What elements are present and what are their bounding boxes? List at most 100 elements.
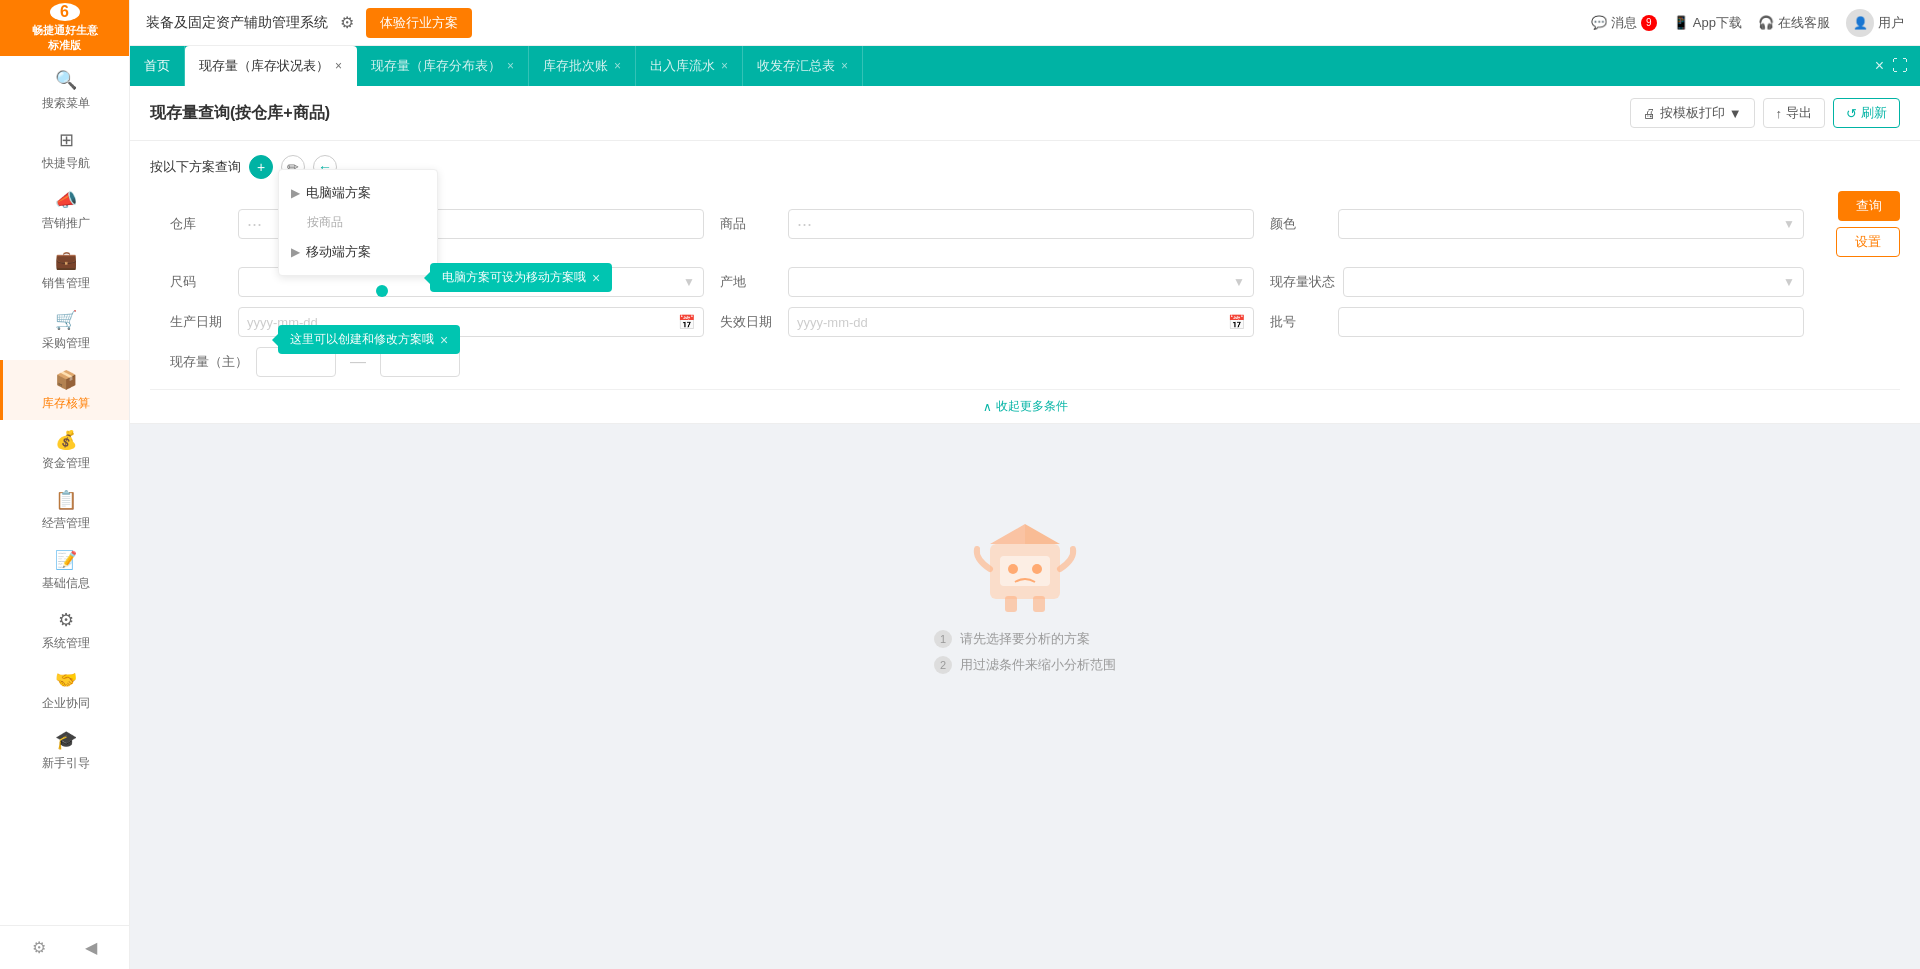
tab-batch-ledger-close[interactable]: × xyxy=(614,59,621,73)
tab-fullscreen-icon[interactable]: ⛶ xyxy=(1892,57,1908,75)
stock-main-max-text[interactable] xyxy=(389,355,451,370)
stock-main-min-text[interactable] xyxy=(265,355,327,370)
collapse-bar[interactable]: ∧ 收起更多条件 xyxy=(150,389,1900,423)
tooltip-scheme: 电脑方案可设为移动方案哦 × xyxy=(430,263,612,292)
tab-receive-send-label: 收发存汇总表 xyxy=(757,57,835,75)
empty-svg xyxy=(965,504,1085,614)
topbar-gear-btn[interactable]: ⚙ xyxy=(340,13,354,32)
batch-no-input[interactable] xyxy=(1338,307,1804,337)
tooltip-scheme-close[interactable]: × xyxy=(592,270,600,286)
template-print-btn[interactable]: 🖨 按模板打印 ▼ xyxy=(1630,98,1755,128)
sidebar-item-marketing[interactable]: 📣 营销推广 xyxy=(0,180,129,240)
stock-status-dropdown-arrow: ▼ xyxy=(1783,275,1795,289)
tab-home-label: 首页 xyxy=(144,57,170,75)
search-btn[interactable]: 查询 xyxy=(1838,191,1900,221)
tab-in-out-flow[interactable]: 出入库流水 × xyxy=(636,46,743,86)
sidebar-item-basic[interactable]: 📝 基础信息 xyxy=(0,540,129,600)
sidebar-item-newbie[interactable]: 🎓 新手引导 xyxy=(0,720,129,780)
range-connector: — xyxy=(350,353,366,371)
service-icon: 🎧 xyxy=(1758,15,1774,30)
logo-text: 畅捷通好生意 xyxy=(32,23,98,38)
tab-receive-send-close[interactable]: × xyxy=(841,59,848,73)
chevron-right-icon: ▶ xyxy=(291,186,300,200)
topbar: 装备及固定资产辅助管理系统 ⚙ 体验行业方案 💬 消息 9 📱 App下载 🎧 … xyxy=(130,0,1920,46)
scheme-desktop-item[interactable]: 按商品 xyxy=(279,208,437,237)
app-icon: 📱 xyxy=(1673,15,1689,30)
tab-inventory-status-close[interactable]: × xyxy=(335,59,342,73)
page-title: 现存量查询(按仓库+商品) xyxy=(150,103,330,124)
sidebar-item-purchase[interactable]: 🛒 采购管理 xyxy=(0,300,129,360)
sidebar-item-search[interactable]: 🔍 搜索菜单 xyxy=(0,60,129,120)
scheme-item-label: 按商品 xyxy=(307,214,343,231)
app-download-label: App下载 xyxy=(1693,14,1742,32)
stock-main-label: 现存量（主） xyxy=(170,353,248,371)
sidebar-label-search: 搜索菜单 xyxy=(42,95,90,112)
sidebar-item-enterprise[interactable]: 🤝 企业协同 xyxy=(0,660,129,720)
origin-input[interactable]: ▼ xyxy=(788,267,1254,297)
add-scheme-btn[interactable]: + xyxy=(249,155,273,179)
tooltip-scheme-text: 电脑方案可设为移动方案哦 xyxy=(442,269,586,286)
sidebar-item-finance[interactable]: 💰 资金管理 xyxy=(0,420,129,480)
settings-btn[interactable]: ⚙ xyxy=(32,938,46,957)
tab-batch-ledger[interactable]: 库存批次账 × xyxy=(529,46,636,86)
message-badge: 9 xyxy=(1641,15,1657,31)
collapse-sidebar-btn[interactable]: ◀ xyxy=(85,938,97,957)
system-name: 装备及固定资产辅助管理系统 xyxy=(146,14,328,32)
marketing-icon: 📣 xyxy=(55,189,77,211)
batch-no-text-input[interactable] xyxy=(1347,315,1795,330)
product-input[interactable]: ··· xyxy=(788,209,1254,239)
export-btn[interactable]: ↑ 导出 xyxy=(1763,98,1826,128)
scheme-desktop[interactable]: ▶ 电脑端方案 xyxy=(279,178,437,208)
app-download-btn[interactable]: 📱 App下载 xyxy=(1673,14,1742,32)
filter-label: 按以下方案查询 xyxy=(150,158,241,176)
sidebar-bottom: ⚙ ◀ xyxy=(0,925,129,969)
sidebar-item-inventory[interactable]: 📦 库存核算 xyxy=(0,360,129,420)
sidebar: 6 畅捷通好生意 标准版 🔍 搜索菜单 ⊞ 快捷导航 📣 营销推广 💼 销售管理… xyxy=(0,0,130,969)
topbar-right: 💬 消息 9 📱 App下载 🎧 在线客服 👤 用户 xyxy=(1591,9,1904,37)
sidebar-label-basic: 基础信息 xyxy=(42,575,90,592)
sidebar-label-enterprise: 企业协同 xyxy=(42,695,90,712)
tooltip-edit-text: 这里可以创建和修改方案哦 xyxy=(290,331,434,348)
sidebar-label-system: 系统管理 xyxy=(42,635,90,652)
stock-status-input[interactable]: ▼ xyxy=(1343,267,1804,297)
refresh-btn[interactable]: ↺ 刷新 xyxy=(1833,98,1900,128)
expire-date-input[interactable]: yyyy-mm-dd 📅 xyxy=(788,307,1254,337)
tab-home[interactable]: 首页 xyxy=(130,46,185,86)
search-icon: 🔍 xyxy=(55,69,77,91)
scheme-mobile[interactable]: ▶ 移动端方案 xyxy=(279,237,437,267)
system-icon: ⚙ xyxy=(58,609,74,631)
svg-rect-6 xyxy=(1005,596,1017,612)
tab-inventory-dist-close[interactable]: × xyxy=(507,59,514,73)
user-btn[interactable]: 👤 用户 xyxy=(1846,9,1904,37)
sidebar-item-operations[interactable]: 📋 经营管理 xyxy=(0,480,129,540)
svg-rect-3 xyxy=(1000,556,1050,586)
set-btn[interactable]: 设置 xyxy=(1836,227,1900,257)
tab-inventory-dist[interactable]: 现存量（库存分布表） × xyxy=(357,46,529,86)
sidebar-label-guide: 快捷导航 xyxy=(42,155,90,172)
tab-receive-send[interactable]: 收发存汇总表 × xyxy=(743,46,863,86)
sidebar-item-sales[interactable]: 💼 销售管理 xyxy=(0,240,129,300)
sidebar-item-guide[interactable]: ⊞ 快捷导航 xyxy=(0,120,129,180)
sidebar-nav: 🔍 搜索菜单 ⊞ 快捷导航 📣 营销推广 💼 销售管理 🛒 采购管理 📦 库存核… xyxy=(0,56,129,925)
filter-expire-date: 失效日期 yyyy-mm-dd 📅 xyxy=(720,307,1254,337)
industry-btn[interactable]: 体验行业方案 xyxy=(366,8,472,38)
message-btn[interactable]: 💬 消息 9 xyxy=(1591,14,1657,32)
online-service-btn[interactable]: 🎧 在线客服 xyxy=(1758,14,1830,32)
tabbar: 首页 现存量（库存状况表） × 现存量（库存分布表） × 库存批次账 × 出入库… xyxy=(130,46,1920,86)
sidebar-item-system[interactable]: ⚙ 系统管理 xyxy=(0,600,129,660)
operations-icon: 📋 xyxy=(55,489,77,511)
color-input[interactable]: ▼ xyxy=(1338,209,1804,239)
tab-in-out-flow-label: 出入库流水 xyxy=(650,57,715,75)
tab-inventory-status[interactable]: 现存量（库存状况表） × xyxy=(185,46,357,86)
tooltip-edit-close[interactable]: × xyxy=(440,332,448,348)
filter-area: 按以下方案查询 + ✏ ← ▶ 电脑端方案 按商品 ▶ 移动端方案 xyxy=(130,141,1920,424)
tab-close-all-icon[interactable]: × xyxy=(1875,57,1884,75)
refresh-label: 刷新 xyxy=(1861,104,1887,122)
sidebar-label-inventory: 库存核算 xyxy=(42,395,90,412)
export-label: 导出 xyxy=(1786,104,1812,122)
tab-in-out-flow-close[interactable]: × xyxy=(721,59,728,73)
collapse-label: 收起更多条件 xyxy=(996,398,1068,415)
filter-batch-no: 批号 xyxy=(1270,307,1804,337)
main-content: 现存量查询(按仓库+商品) 🖨 按模板打印 ▼ ↑ 导出 ↺ 刷新 xyxy=(130,86,1920,969)
sidebar-label-sales: 销售管理 xyxy=(42,275,90,292)
